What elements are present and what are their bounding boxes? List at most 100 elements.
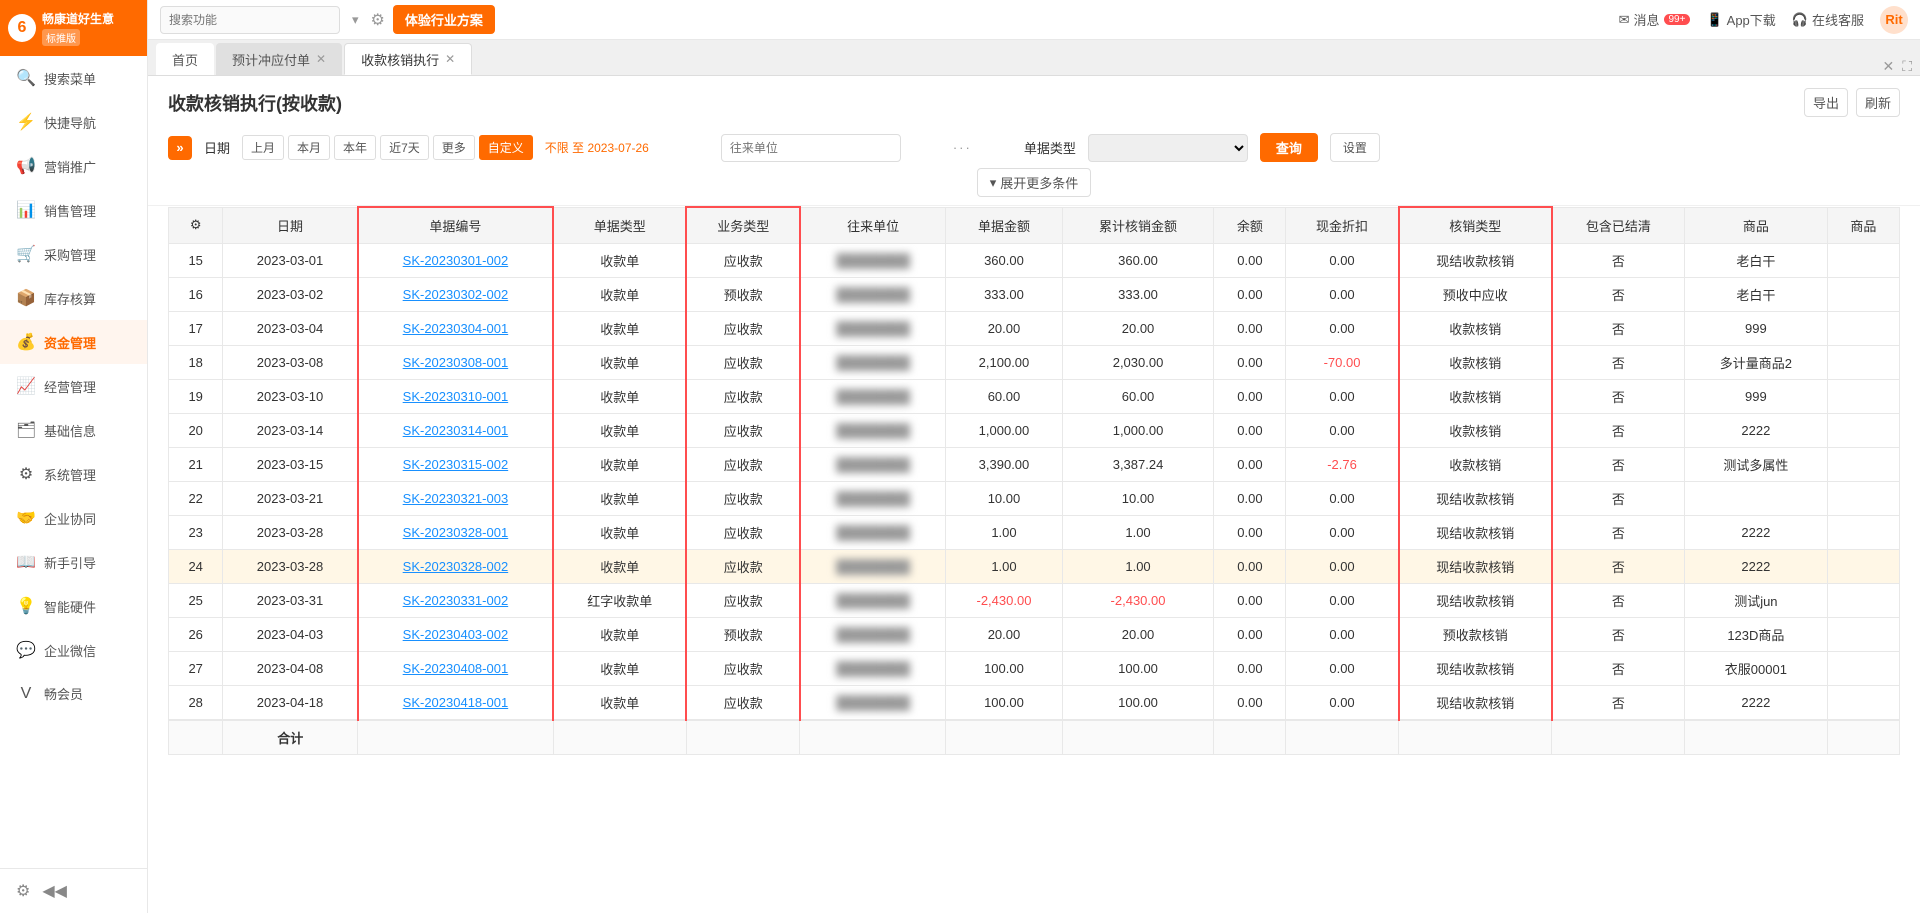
sidebar-item-采购管理[interactable]: 🛒采购管理	[0, 232, 147, 276]
cell-voucher_no[interactable]: SK-20230403-002	[358, 618, 553, 652]
cell-voucher_no[interactable]: SK-20230304-001	[358, 312, 553, 346]
cell-goods2	[1827, 278, 1899, 312]
sidebar-item-企业协同[interactable]: 🤝企业协同	[0, 496, 147, 540]
sidebar-item-智能硬件[interactable]: 💡智能硬件	[0, 584, 147, 628]
date-btn-本月[interactable]: 本月	[288, 135, 330, 160]
counterpart-input[interactable]	[721, 134, 901, 162]
cell-write_off_type: 收款核销	[1399, 414, 1552, 448]
footer-cell-amount	[946, 720, 1062, 755]
page-header-actions: 导出 刷新	[1804, 88, 1900, 117]
footer-cell-business_type	[686, 720, 799, 755]
sidebar-item-畅会员[interactable]: V畅会员	[0, 672, 147, 715]
date-btn-上月[interactable]: 上月	[242, 135, 284, 160]
cell-include_settled: 否	[1552, 278, 1685, 312]
solution-button[interactable]: 体验行业方案	[393, 5, 495, 34]
tab-收款核销执行[interactable]: 收款核销执行✕	[344, 43, 472, 75]
app-download-action[interactable]: 📱 App下载	[1706, 10, 1775, 29]
cell-voucher_no[interactable]: SK-20230301-002	[358, 244, 553, 278]
tab-预计冲应付单[interactable]: 预计冲应付单✕	[216, 43, 342, 75]
cell-voucher_no[interactable]: SK-20230408-001	[358, 652, 553, 686]
online-service-action[interactable]: 🎧 在线客服	[1792, 10, 1864, 29]
cell-voucher_type: 收款单	[553, 482, 686, 516]
collapse-icon[interactable]: ◀◀	[42, 881, 67, 901]
cell-cumulative: 100.00	[1062, 686, 1214, 721]
cell-amount: 10.00	[946, 482, 1062, 516]
date-btn-custom[interactable]: 自定义	[479, 135, 533, 160]
message-action[interactable]: ✉ 消息 99+	[1619, 10, 1691, 29]
topbar: ▾ ⚙ 体验行业方案 ✉ 消息 99+ 📱 App下载 🎧 在线客服 Rit	[148, 0, 1920, 40]
cell-voucher_no[interactable]: SK-20230302-002	[358, 278, 553, 312]
sidebar-item-快捷导航[interactable]: ⚡快捷导航	[0, 100, 147, 144]
sidebar-item-营销推广[interactable]: 📢营销推广	[0, 144, 147, 188]
voucher-type-select[interactable]	[1088, 134, 1248, 162]
cell-voucher_no[interactable]: SK-20230314-001	[358, 414, 553, 448]
cell-amount: 60.00	[946, 380, 1062, 414]
sidebar-item-经营管理[interactable]: 📈经营管理	[0, 364, 147, 408]
expand-filter-button[interactable]: ▾ 展开更多条件	[977, 168, 1092, 197]
cell-include_settled: 否	[1552, 550, 1685, 584]
cell-voucher_no[interactable]: SK-20230321-003	[358, 482, 553, 516]
sidebar-label: 企业协同	[44, 509, 96, 528]
cell-voucher_no[interactable]: SK-20230328-001	[358, 516, 553, 550]
date-btn-更多[interactable]: 更多	[433, 135, 475, 160]
export-button[interactable]: 导出	[1804, 88, 1848, 117]
cell-balance: 0.00	[1214, 346, 1286, 380]
footer-cell-goods	[1684, 720, 1827, 755]
cell-voucher_no[interactable]: SK-20230308-001	[358, 346, 553, 380]
settings-icon[interactable]: ⚙	[16, 881, 30, 901]
query-button[interactable]: 查询	[1260, 133, 1318, 162]
cell-counterpart: ████████	[800, 380, 946, 414]
sidebar-icon: 🛒	[16, 244, 36, 264]
cell-goods2	[1827, 414, 1899, 448]
cell-voucher_no[interactable]: SK-20230418-001	[358, 686, 553, 721]
filter-ellipsis[interactable]: ···	[953, 140, 972, 155]
cell-voucher_no[interactable]: SK-20230331-002	[358, 584, 553, 618]
dropdown-arrow-icon[interactable]: ▾	[348, 12, 363, 28]
settings-button[interactable]: 设置	[1330, 133, 1380, 162]
refresh-button[interactable]: 刷新	[1856, 88, 1900, 117]
cell-counterpart: ████████	[800, 312, 946, 346]
sidebar-label: 系统管理	[44, 465, 96, 484]
sidebar-item-库存核算[interactable]: 📦库存核算	[0, 276, 147, 320]
sidebar-item-资金管理[interactable]: 💰资金管理	[0, 320, 147, 364]
filter-collapse-button[interactable]: »	[168, 136, 192, 160]
sidebar-item-搜索菜单[interactable]: 🔍搜索菜单	[0, 56, 147, 100]
sidebar-label: 基础信息	[44, 421, 96, 440]
expand-tabs-icon[interactable]: ⛶	[1902, 58, 1912, 75]
cell-gear: 27	[169, 652, 223, 686]
cell-balance: 0.00	[1214, 448, 1286, 482]
sidebar-icon: 💡	[16, 596, 36, 616]
tab-close-icon[interactable]: ✕	[316, 52, 326, 66]
close-all-icon[interactable]: ✕	[1882, 58, 1894, 75]
cell-voucher_no[interactable]: SK-20230315-002	[358, 448, 553, 482]
topbar-gear-icon[interactable]: ⚙	[371, 10, 385, 30]
cell-goods: 2222	[1684, 550, 1827, 584]
date-btn-近7天[interactable]: 近7天	[380, 135, 429, 160]
cell-voucher_type: 收款单	[553, 448, 686, 482]
cell-cumulative: 360.00	[1062, 244, 1214, 278]
cell-cumulative: 1.00	[1062, 516, 1214, 550]
cell-voucher_type: 收款单	[553, 414, 686, 448]
date-btn-本年[interactable]: 本年	[334, 135, 376, 160]
cell-amount: 100.00	[946, 686, 1062, 721]
cell-gear: 18	[169, 346, 223, 380]
cell-include_settled: 否	[1552, 312, 1685, 346]
cell-voucher_no[interactable]: SK-20230328-002	[358, 550, 553, 584]
sidebar-item-企业微信[interactable]: 💬企业微信	[0, 628, 147, 672]
cell-voucher_no[interactable]: SK-20230310-001	[358, 380, 553, 414]
topbar-actions: ✉ 消息 99+ 📱 App下载 🎧 在线客服 Rit	[1619, 6, 1908, 34]
tab-close-icon[interactable]: ✕	[445, 52, 455, 66]
sidebar-nav: 🔍搜索菜单⚡快捷导航📢营销推广📊销售管理🛒采购管理📦库存核算💰资金管理📈经营管理…	[0, 56, 147, 868]
tab-首页[interactable]: 首页	[156, 43, 214, 75]
search-input[interactable]	[160, 6, 340, 34]
page-header: 收款核销执行(按收款) 导出 刷新	[148, 76, 1920, 125]
sidebar-item-基础信息[interactable]: 🗂基础信息	[0, 408, 147, 452]
sidebar-item-系统管理[interactable]: ⚙系统管理	[0, 452, 147, 496]
cell-amount: 100.00	[946, 652, 1062, 686]
sidebar-item-新手引导[interactable]: 📖新手引导	[0, 540, 147, 584]
cell-goods: 衣服00001	[1684, 652, 1827, 686]
sidebar-item-销售管理[interactable]: 📊销售管理	[0, 188, 147, 232]
user-avatar[interactable]: Rit	[1880, 6, 1908, 34]
sidebar-label: 库存核算	[44, 289, 96, 308]
cell-gear: 16	[169, 278, 223, 312]
